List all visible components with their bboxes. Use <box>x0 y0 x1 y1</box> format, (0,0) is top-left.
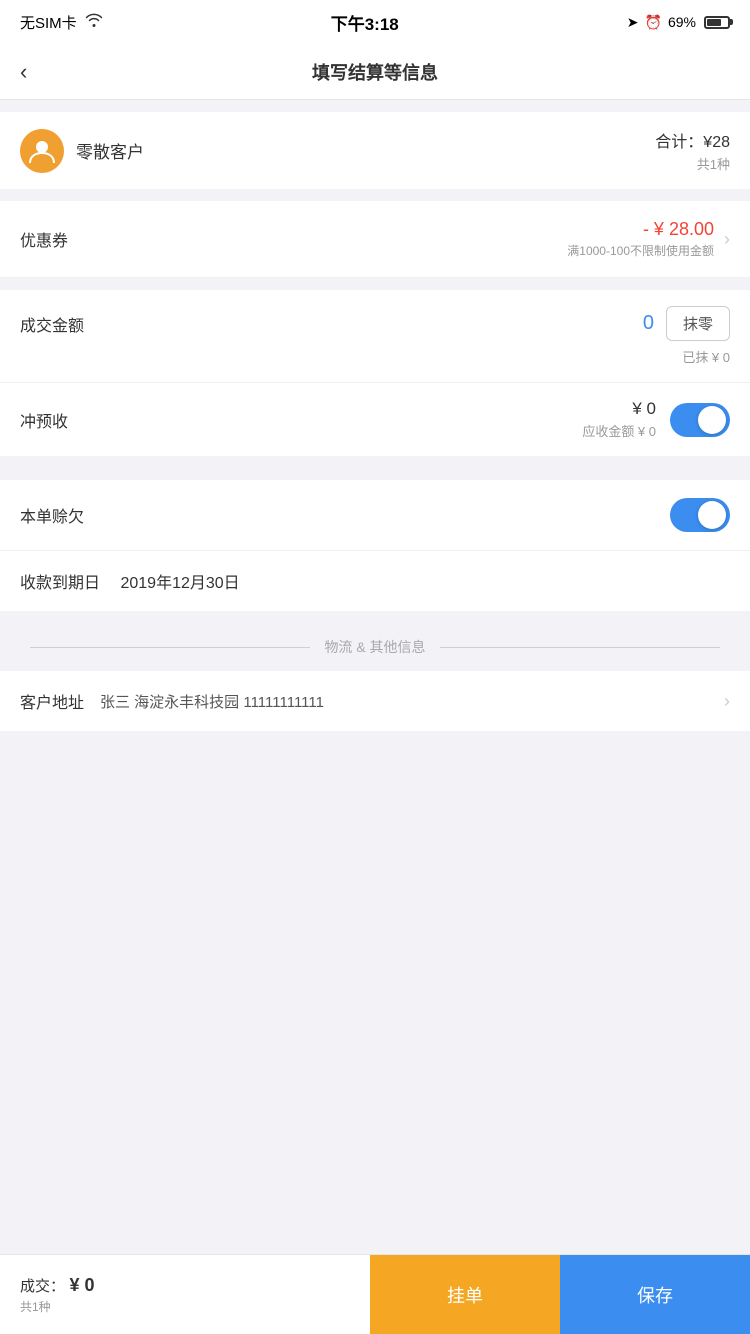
duedate-value: 2019年12月30日 <box>120 575 239 592</box>
coupon-chevron-icon: › <box>724 229 730 250</box>
main-content: 零散客户 合计：¥28 共1种 优惠券 - ¥ 28.00 满1000-100不… <box>0 112 750 821</box>
deal-amount-value: 0 <box>624 312 654 335</box>
customer-info-left: 零散客户 <box>20 129 144 173</box>
page-title: 填写结算等信息 <box>312 59 438 85</box>
divider-1 <box>0 189 750 201</box>
coupon-right: - ¥ 28.00 满1000-100不限制使用金额 › <box>567 219 730 259</box>
customer-total: 合计：¥28 <box>655 128 730 152</box>
deal-amount-row: 成交金额 0 抹零 <box>20 306 730 341</box>
coupon-label: 优惠券 <box>20 227 68 251</box>
address-label: 客户地址 <box>20 689 84 713</box>
prepay-row: 冲预收 ¥ 0 应收金额 ¥ 0 <box>20 399 730 440</box>
prepay-amount: ¥ 0 <box>582 399 656 419</box>
bottom-deal-amount: ¥ 0 <box>69 1275 94 1295</box>
bottom-deal-count: 共1种 <box>20 1298 370 1315</box>
status-left: 无SIM卡 <box>20 12 103 33</box>
customer-summary: 合计：¥28 共1种 <box>655 128 730 173</box>
prepay-right: ¥ 0 应收金额 ¥ 0 <box>582 399 730 440</box>
customer-section: 零散客户 合计：¥28 共1种 <box>0 112 750 189</box>
logistics-divider: 物流 & 其他信息 <box>0 623 750 671</box>
round-zero-button[interactable]: 抹零 <box>666 306 730 341</box>
customer-avatar <box>20 129 64 173</box>
battery-text: 69% <box>668 14 696 30</box>
address-chevron-icon: › <box>724 691 730 712</box>
debt-section: 本单赊欠 <box>0 480 750 550</box>
deal-amount-sub: 已抹 ¥ 0 <box>20 347 730 366</box>
toggle-knob <box>698 406 726 434</box>
logistics-line-right <box>440 647 720 648</box>
logistics-line-left <box>30 647 310 648</box>
coupon-description: 满1000-100不限制使用金额 <box>567 242 714 259</box>
deal-amount-right: 0 抹零 <box>624 306 730 341</box>
nav-bar: ‹ 填写结算等信息 <box>0 44 750 100</box>
back-button[interactable]: ‹ <box>20 59 27 85</box>
bottom-deal-label: 成交： <box>20 1278 65 1295</box>
carrier-text: 无SIM卡 <box>20 12 77 33</box>
duedate-label: 收款到期日 <box>20 575 100 592</box>
alarm-icon: ⏰ <box>645 14 662 31</box>
address-row[interactable]: 客户地址 张三 海淀永丰科技园 11111111111 › <box>0 671 750 731</box>
save-button[interactable]: 保存 <box>560 1255 750 1334</box>
coupon-value-block: - ¥ 28.00 满1000-100不限制使用金额 <box>567 219 714 259</box>
deal-amount-section: 成交金额 0 抹零 已抹 ¥ 0 <box>0 290 750 383</box>
debt-label: 本单赊欠 <box>20 503 84 527</box>
bottom-summary: 成交： ¥ 0 共1种 <box>0 1275 370 1315</box>
customer-name: 零散客户 <box>76 138 144 163</box>
hold-button[interactable]: 挂单 <box>370 1255 560 1334</box>
deal-amount-label: 成交金额 <box>20 312 84 336</box>
debt-toggle[interactable] <box>670 498 730 532</box>
status-bar: 无SIM卡 下午3:18 ➤ ⏰ 69% <box>0 0 750 44</box>
debt-row: 本单赊欠 <box>0 480 750 550</box>
duedate-row: 收款到期日 2019年12月30日 <box>0 550 750 611</box>
location-icon: ➤ <box>627 14 639 31</box>
prepay-toggle[interactable] <box>670 403 730 437</box>
logistics-line: 物流 & 其他信息 <box>0 637 750 657</box>
status-right: ➤ ⏰ 69% <box>627 14 730 31</box>
bottom-deal-row: 成交： ¥ 0 <box>20 1275 370 1296</box>
coupon-amount: - ¥ 28.00 <box>567 219 714 240</box>
battery-icon <box>704 16 730 29</box>
divider-2 <box>0 278 750 290</box>
divider-3 <box>0 456 750 468</box>
prepay-label: 冲预收 <box>20 408 68 432</box>
coupon-row[interactable]: 优惠券 - ¥ 28.00 满1000-100不限制使用金额 › <box>0 201 750 278</box>
address-section: 客户地址 张三 海淀永丰科技园 11111111111 › <box>0 671 750 731</box>
prepay-section: 冲预收 ¥ 0 应收金额 ¥ 0 <box>0 383 750 456</box>
bottom-bar: 成交： ¥ 0 共1种 挂单 保存 <box>0 1254 750 1334</box>
debt-toggle-knob <box>698 501 726 529</box>
wifi-icon <box>85 13 103 31</box>
logistics-label: 物流 & 其他信息 <box>324 637 425 657</box>
address-value: 张三 海淀永丰科技园 11111111111 <box>100 691 708 712</box>
status-time: 下午3:18 <box>331 10 399 35</box>
prepay-receivable: 应收金额 ¥ 0 <box>582 421 656 440</box>
customer-count: 共1种 <box>655 154 730 173</box>
prepay-values: ¥ 0 应收金额 ¥ 0 <box>582 399 656 440</box>
